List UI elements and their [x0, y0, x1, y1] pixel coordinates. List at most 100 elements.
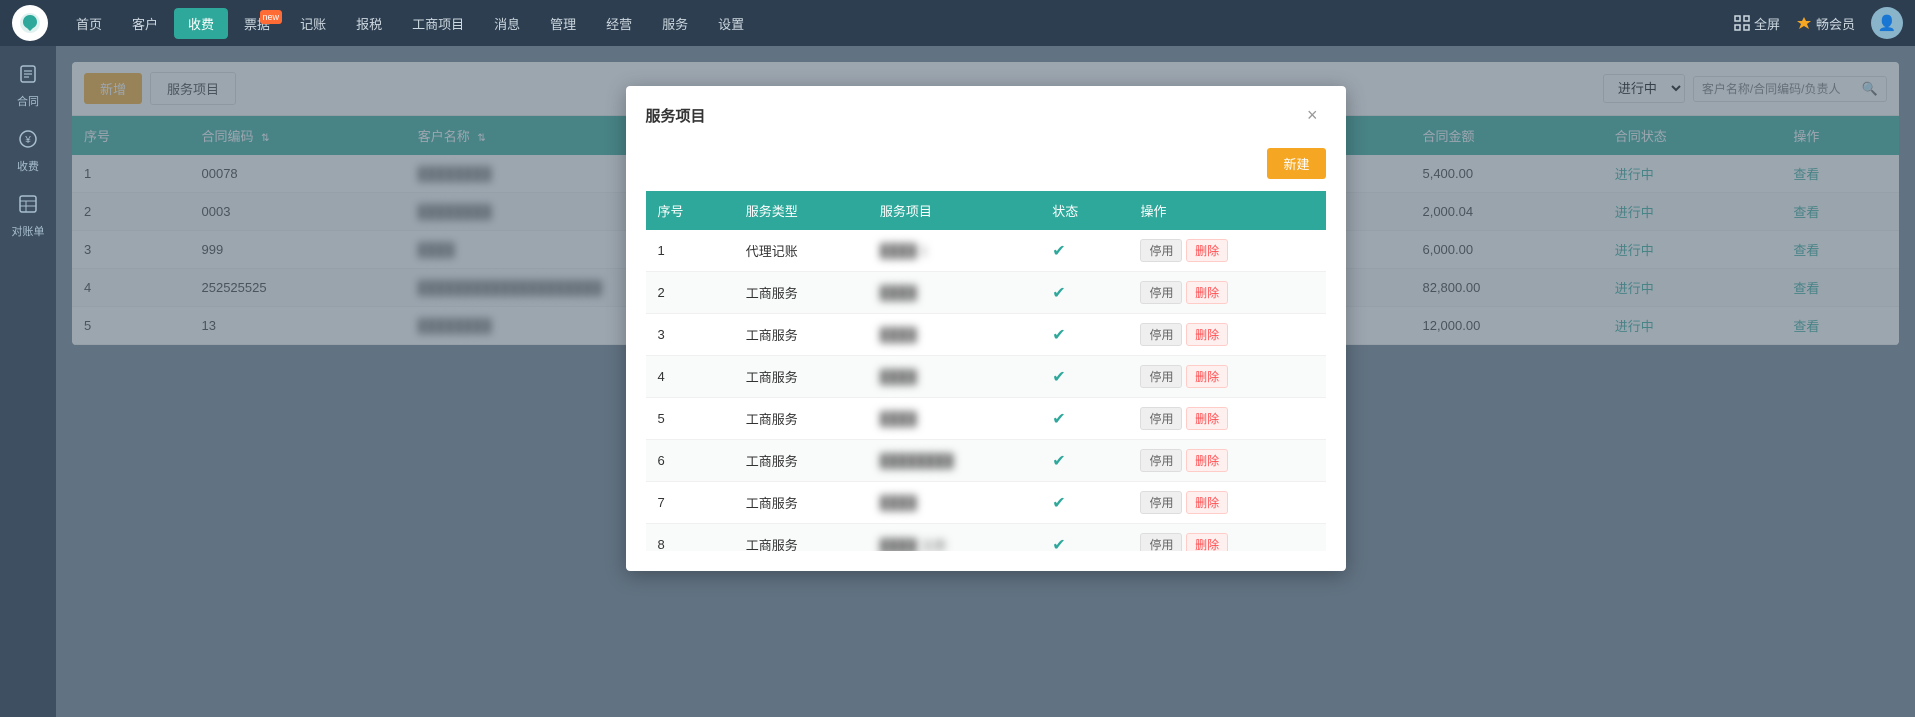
- modal-body: 新建 序号 服务类型 服务项目 状态 操作: [626, 136, 1346, 571]
- nav-right-area: 全屏 畅会员 👤: [1734, 7, 1903, 39]
- modal-cell-status: ✔: [1040, 314, 1128, 356]
- modal-cell-type: 工商服务: [734, 272, 868, 314]
- delete-button[interactable]: 删除: [1186, 449, 1228, 472]
- modal-table-row: 4 工商服务 ████ ✔ 停用 删除: [646, 356, 1326, 398]
- modal-cell-no: 6: [646, 440, 734, 482]
- modal-new-button[interactable]: 新建: [1267, 148, 1325, 179]
- modal-cell-actions: 停用 删除: [1128, 440, 1325, 482]
- modal-cell-type: 代理记账: [734, 230, 868, 272]
- modal-cell-no: 3: [646, 314, 734, 356]
- modal-cell-type: 工商服务: [734, 356, 868, 398]
- service-modal-table: 序号 服务类型 服务项目 状态 操作 1 代理记账 ████ 1 ✔ 停用: [646, 191, 1326, 551]
- modal-cell-no: 8: [646, 524, 734, 552]
- modal-table-row: 2 工商服务 ████ ✔ 停用 删除: [646, 272, 1326, 314]
- delete-button[interactable]: 删除: [1186, 533, 1228, 551]
- main-layout: 合同 ¥ 收费 对账单 新增 服务项目 进行中 已完成: [0, 46, 1915, 717]
- nav-item-fee[interactable]: 收费: [174, 8, 228, 39]
- modal-col-status: 状态: [1040, 191, 1128, 230]
- fullscreen-button[interactable]: 全屏: [1734, 14, 1780, 33]
- modal-table-row: 7 工商服务 ████ ✔ 停用 删除: [646, 482, 1326, 524]
- modal-cell-actions: 停用 删除: [1128, 356, 1325, 398]
- top-navigation: 首页 客户 收费 票据 new 记账 报税 工商项目 消息 管理 经营 服务 设…: [0, 0, 1915, 46]
- sidebar-item-reconcile[interactable]: 对账单: [3, 186, 53, 247]
- modal-cell-no: 5: [646, 398, 734, 440]
- nav-item-service[interactable]: 服务: [648, 8, 702, 39]
- modal-cell-type: 工商服务: [734, 524, 868, 552]
- modal-table-body: 1 代理记账 ████ 1 ✔ 停用 删除 2 工商服务 ████ ✔ 停用 删…: [646, 230, 1326, 551]
- nav-item-home[interactable]: 首页: [62, 8, 116, 39]
- modal-cell-item: ████: [868, 482, 1040, 524]
- modal-table-wrap: 序号 服务类型 服务项目 状态 操作 1 代理记账 ████ 1 ✔ 停用: [646, 191, 1326, 551]
- fee-icon: ¥: [18, 129, 38, 154]
- modal-cell-actions: 停用 删除: [1128, 398, 1325, 440]
- modal-table-row: 3 工商服务 ████ ✔ 停用 删除: [646, 314, 1326, 356]
- stop-button[interactable]: 停用: [1140, 407, 1182, 430]
- left-sidebar: 合同 ¥ 收费 对账单: [0, 46, 56, 717]
- nav-item-manage[interactable]: 管理: [536, 8, 590, 39]
- modal-cell-no: 4: [646, 356, 734, 398]
- modal-cell-type: 工商服务: [734, 440, 868, 482]
- delete-button[interactable]: 删除: [1186, 281, 1228, 304]
- modal-cell-status: ✔: [1040, 524, 1128, 552]
- modal-col-item: 服务项目: [868, 191, 1040, 230]
- vip-button[interactable]: 畅会员: [1796, 14, 1855, 33]
- modal-table-row: 1 代理记账 ████ 1 ✔ 停用 删除: [646, 230, 1326, 272]
- modal-cell-item: ████: [868, 356, 1040, 398]
- stop-button[interactable]: 停用: [1140, 533, 1182, 551]
- modal-col-type: 服务类型: [734, 191, 868, 230]
- sidebar-item-fee[interactable]: ¥ 收费: [3, 121, 53, 182]
- modal-table-row: 6 工商服务 ████████ ✔ 停用 删除: [646, 440, 1326, 482]
- nav-item-client[interactable]: 客户: [118, 8, 172, 39]
- service-modal: 服务项目 × 新建 序号 服务类型 服务项目: [626, 86, 1346, 571]
- modal-cell-item: ████: [868, 398, 1040, 440]
- badge-new: new: [260, 10, 283, 24]
- modal-cell-item: ████████: [868, 440, 1040, 482]
- sidebar-item-contract[interactable]: 合同: [3, 56, 53, 117]
- modal-cell-type: 工商服务: [734, 314, 868, 356]
- nav-item-settings[interactable]: 设置: [704, 8, 758, 39]
- stop-button[interactable]: 停用: [1140, 323, 1182, 346]
- nav-item-invoice[interactable]: 票据 new: [230, 8, 284, 39]
- stop-button[interactable]: 停用: [1140, 281, 1182, 304]
- nav-item-bookkeeping[interactable]: 记账: [286, 8, 340, 39]
- modal-overlay: 服务项目 × 新建 序号 服务类型 服务项目: [56, 46, 1915, 717]
- stop-button[interactable]: 停用: [1140, 449, 1182, 472]
- modal-cell-status: ✔: [1040, 482, 1128, 524]
- modal-cell-no: 1: [646, 230, 734, 272]
- user-avatar[interactable]: 👤: [1871, 7, 1903, 39]
- delete-button[interactable]: 删除: [1186, 239, 1228, 262]
- vip-label: 畅会员: [1816, 14, 1855, 33]
- nav-item-business[interactable]: 工商项目: [398, 8, 478, 39]
- modal-title: 服务项目: [646, 105, 706, 126]
- sidebar-contract-label: 合同: [17, 93, 39, 109]
- delete-button[interactable]: 删除: [1186, 365, 1228, 388]
- sidebar-reconcile-label: 对账单: [12, 223, 45, 239]
- modal-close-button[interactable]: ×: [1299, 102, 1326, 128]
- nav-item-operation[interactable]: 经营: [592, 8, 646, 39]
- modal-header: 服务项目 ×: [626, 86, 1346, 136]
- stop-button[interactable]: 停用: [1140, 365, 1182, 388]
- modal-cell-status: ✔: [1040, 272, 1128, 314]
- modal-cell-actions: 停用 删除: [1128, 524, 1325, 552]
- modal-cell-status: ✔: [1040, 398, 1128, 440]
- delete-button[interactable]: 删除: [1186, 491, 1228, 514]
- modal-cell-status: ✔: [1040, 356, 1128, 398]
- stop-button[interactable]: 停用: [1140, 491, 1182, 514]
- nav-item-message[interactable]: 消息: [480, 8, 534, 39]
- reconcile-icon: [18, 194, 38, 219]
- modal-cell-type: 工商服务: [734, 482, 868, 524]
- delete-button[interactable]: 删除: [1186, 407, 1228, 430]
- modal-table-row: 8 工商服务 ████ 注册 ✔ 停用 删除: [646, 524, 1326, 552]
- fullscreen-label: 全屏: [1754, 14, 1780, 33]
- modal-cell-item: ████ 1: [868, 230, 1040, 272]
- content-area: 新增 服务项目 进行中 已完成 已终止 🔍: [56, 46, 1915, 717]
- nav-item-tax[interactable]: 报税: [342, 8, 396, 39]
- modal-cell-item: ████: [868, 272, 1040, 314]
- modal-cell-status: ✔: [1040, 440, 1128, 482]
- modal-table-row: 5 工商服务 ████ ✔ 停用 删除: [646, 398, 1326, 440]
- stop-button[interactable]: 停用: [1140, 239, 1182, 262]
- delete-button[interactable]: 删除: [1186, 323, 1228, 346]
- modal-cell-type: 工商服务: [734, 398, 868, 440]
- sidebar-fee-label: 收费: [17, 158, 39, 174]
- modal-cell-item: ████: [868, 314, 1040, 356]
